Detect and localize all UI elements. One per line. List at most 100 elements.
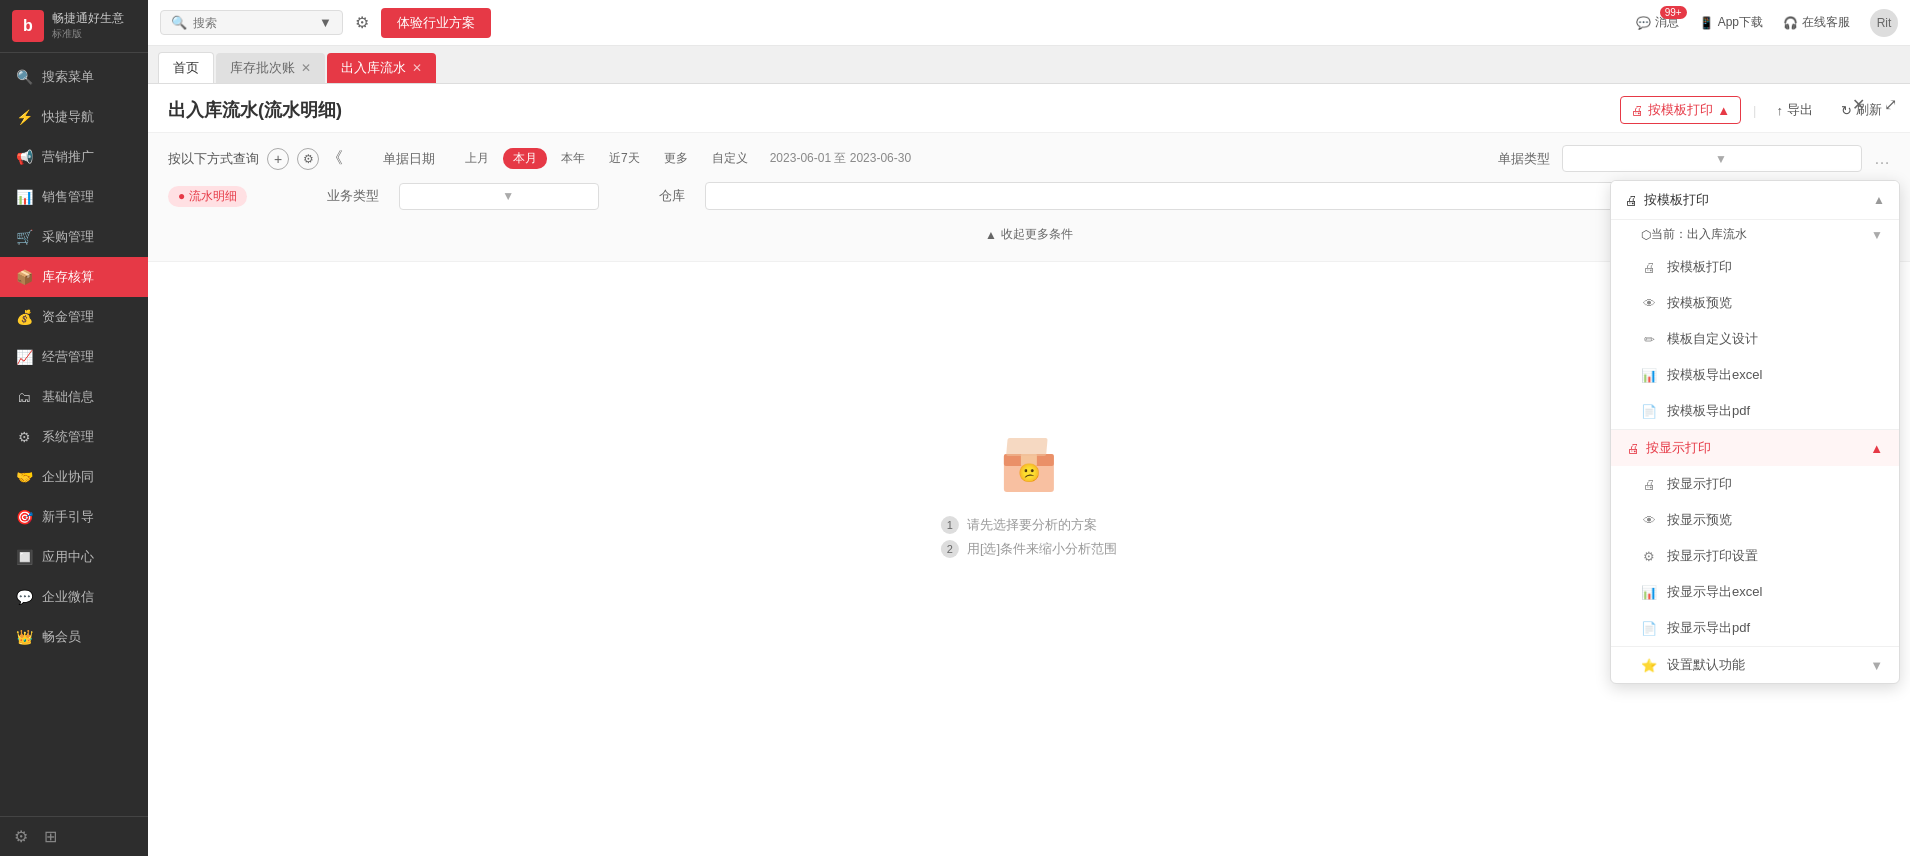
template-custom-item[interactable]: ✏ 模板自定义设计 (1611, 321, 1899, 357)
app-logo-icon: b (12, 10, 44, 42)
tab-bar: 首页 库存批次账 ✕ 出入库流水 ✕ (148, 46, 1910, 84)
sidebar-item-label: 企业微信 (42, 588, 94, 606)
guide-icon: 🎯 (14, 507, 34, 527)
sidebar: b 畅捷通好生意 标准版 🔍搜索菜单⚡快捷导航📢营销推广📊销售管理🛒采购管理📦库… (0, 0, 148, 856)
sidebar-item-label: 库存核算 (42, 268, 94, 286)
filter-date-custom[interactable]: 自定义 (702, 148, 758, 169)
template-pdf-item[interactable]: 📄 按模板导出pdf (1611, 393, 1899, 429)
tab-inventory-batch[interactable]: 库存批次账 ✕ (216, 53, 325, 83)
window-controls: ✕ ⤢ (1846, 92, 1902, 116)
svg-text:😕: 😕 (1018, 462, 1041, 484)
basic-icon: 🗂 (14, 387, 34, 407)
display-section-header[interactable]: 🖨 按显示打印 ▲ (1611, 430, 1899, 466)
user-avatar[interactable]: Rit (1870, 9, 1898, 37)
sidebar-item-quick-nav[interactable]: ⚡快捷导航 (0, 97, 148, 137)
tab-home[interactable]: 首页 (158, 52, 214, 83)
search-input[interactable] (193, 16, 313, 30)
sidebar-item-label: 营销推广 (42, 148, 94, 166)
download-icon: 📱 (1699, 16, 1714, 30)
app-download-button[interactable]: 📱 App下载 (1699, 14, 1763, 31)
current-row-chevron: ▼ (1871, 228, 1883, 242)
sidebar-item-inventory[interactable]: 📦库存核算 (0, 257, 148, 297)
tab-flow-label: 出入库流水 (341, 59, 406, 77)
tab-inventory-flow[interactable]: 出入库流水 ✕ (327, 53, 436, 83)
window-expand-icon[interactable]: ⤢ (1878, 92, 1902, 116)
print-template-button[interactable]: 🖨 按模板打印 ▲ (1620, 96, 1741, 124)
filter-date-options: 上月 本月 本年 近7天 更多 自定义 2023-06-01 至 2023-06… (455, 148, 911, 169)
topbar-gear-icon[interactable]: ⚙ (355, 13, 369, 32)
topbar-search-box[interactable]: 🔍 ▼ (160, 10, 343, 35)
filter-doc-type-more-icon[interactable]: … (1874, 150, 1890, 168)
set-default-item[interactable]: ⭐ 设置默认功能 ▼ (1611, 647, 1899, 683)
message-badge: 99+ (1660, 6, 1687, 19)
toggle-sidebar-icon[interactable]: ⊞ (44, 827, 57, 846)
sidebar-item-marketing[interactable]: 📢营销推广 (0, 137, 148, 177)
template-print-item[interactable]: 🖨 按模板打印 (1611, 249, 1899, 285)
sidebar-bottom: ⚙ ⊞ (0, 816, 148, 856)
empty-state-icon: 😕 (989, 424, 1069, 504)
sidebar-item-guide[interactable]: 🎯新手引导 (0, 497, 148, 537)
dropdown-display-section: 🖨 按显示打印 ▲ 🖨 按显示打印 👁 按显示预览 ⚙ (1611, 430, 1899, 647)
template-pdf-icon: 📄 (1641, 403, 1657, 419)
filter-date-more[interactable]: 更多 (654, 148, 698, 169)
tab-home-label: 首页 (173, 59, 199, 77)
filter-add-condition-label: 按以下方式查询 (168, 150, 259, 168)
online-service-button[interactable]: 🎧 在线客服 (1783, 14, 1850, 31)
display-pdf-item[interactable]: 📄 按显示导出pdf (1611, 610, 1899, 646)
sidebar-item-label: 基础信息 (42, 388, 94, 406)
search-dropdown-icon[interactable]: ▼ (319, 15, 332, 30)
empty-step-2: 2 用[选]条件来缩小分析范围 (941, 540, 1117, 558)
sidebar-item-operation[interactable]: 📈经营管理 (0, 337, 148, 377)
display-excel-icon: 📊 (1641, 584, 1657, 600)
display-preview-item[interactable]: 👁 按显示预览 (1611, 502, 1899, 538)
sidebar-item-basic[interactable]: 🗂 基础信息 (0, 377, 148, 417)
sidebar-item-vip[interactable]: 👑畅会员 (0, 617, 148, 657)
sidebar-item-purchase[interactable]: 🛒采购管理 (0, 217, 148, 257)
tab-flow-close-icon[interactable]: ✕ (412, 61, 422, 75)
set-default-icon: ⭐ (1641, 657, 1657, 673)
template-excel-item[interactable]: 📊 按模板导出excel (1611, 357, 1899, 393)
filter-collapse-icon[interactable]: 《 (327, 148, 343, 169)
sidebar-item-apps[interactable]: 🔲应用中心 (0, 537, 148, 577)
window-close-icon[interactable]: ✕ (1846, 92, 1870, 116)
filter-doc-type-select[interactable]: ▼ (1562, 145, 1862, 172)
app-edition: 标准版 (52, 27, 124, 41)
filter-date-current-month[interactable]: 本月 (503, 148, 547, 169)
dropdown-collapse-icon[interactable]: ▲ (1873, 193, 1885, 207)
trial-button[interactable]: 体验行业方案 (381, 8, 491, 38)
dropdown-current-row: ⬡ 当前：出入库流水 ▼ (1611, 220, 1899, 249)
tab-batch-label: 库存批次账 (230, 59, 295, 77)
export-button[interactable]: ↑ 导出 (1769, 97, 1822, 123)
display-print-item[interactable]: 🖨 按显示打印 (1611, 466, 1899, 502)
operation-icon: 📈 (14, 347, 34, 367)
filter-date-7days[interactable]: 近7天 (599, 148, 650, 169)
message-button[interactable]: 💬 消息 99+ (1636, 14, 1679, 31)
sidebar-item-corp[interactable]: 🤝企业协同 (0, 457, 148, 497)
sidebar-item-system[interactable]: ⚙系统管理 (0, 417, 148, 457)
sidebar-item-sales[interactable]: 📊销售管理 (0, 177, 148, 217)
sidebar-item-finance[interactable]: 💰资金管理 (0, 297, 148, 337)
settings-icon[interactable]: ⚙ (14, 827, 28, 846)
template-preview-item[interactable]: 👁 按模板预览 (1611, 285, 1899, 321)
sidebar-item-label: 采购管理 (42, 228, 94, 246)
display-excel-item[interactable]: 📊 按显示导出excel (1611, 574, 1899, 610)
finance-icon: 💰 (14, 307, 34, 327)
display-settings-item[interactable]: ⚙ 按显示打印设置 (1611, 538, 1899, 574)
filter-date-this-year[interactable]: 本年 (551, 148, 595, 169)
empty-steps-list: 1 请先选择要分析的方案 2 用[选]条件来缩小分析范围 (941, 516, 1117, 564)
filter-biz-type-select[interactable]: ▼ (399, 183, 599, 210)
filter-settings-button[interactable]: ⚙ (297, 148, 319, 170)
sidebar-item-search[interactable]: 🔍搜索菜单 (0, 57, 148, 97)
filter-date-last-month[interactable]: 上月 (455, 148, 499, 169)
tab-batch-close-icon[interactable]: ✕ (301, 61, 311, 75)
page-title: 出入库流水(流水明细) (168, 98, 342, 122)
filter-active-chip[interactable]: ● 流水明细 (168, 186, 247, 207)
filter-row-1: 按以下方式查询 + ⚙ 《 单据日期 上月 本月 本年 近7天 更多 自定义 (168, 145, 1890, 172)
filter-add-button[interactable]: + (267, 148, 289, 170)
sidebar-item-wechat[interactable]: 💬企业微信 (0, 577, 148, 617)
content-area: ✕ ⤢ 出入库流水(流水明细) 🖨 按模板打印 ▲ | ↑ 导出 (148, 84, 1910, 856)
print-icon: 🖨 (1631, 103, 1644, 118)
collapse-up-icon: ▲ (985, 228, 997, 242)
sidebar-item-label: 畅会员 (42, 628, 81, 646)
corp-icon: 🤝 (14, 467, 34, 487)
